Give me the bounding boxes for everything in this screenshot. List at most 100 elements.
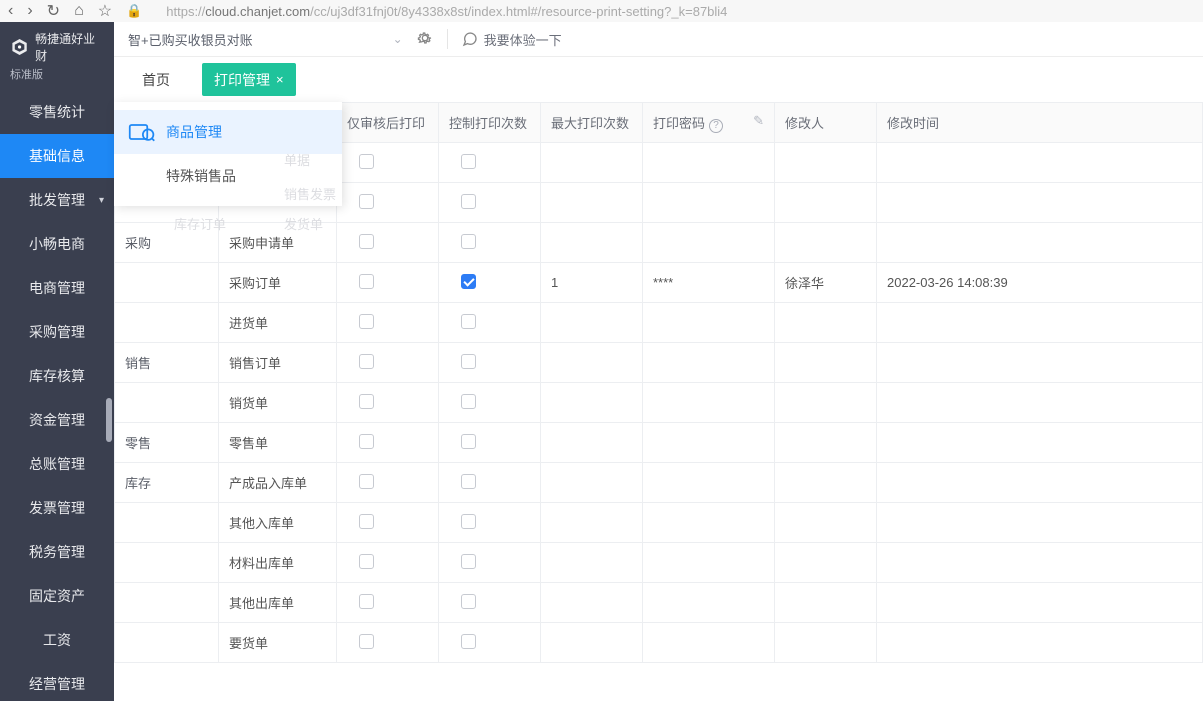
table-cell[interactable] — [643, 623, 775, 663]
checkbox[interactable] — [359, 354, 374, 369]
sidebar-item[interactable]: 零售统计 — [0, 90, 114, 134]
table-cell — [877, 343, 1203, 383]
sidebar-item[interactable]: 小畅电商 — [0, 222, 114, 266]
table-cell[interactable] — [643, 463, 775, 503]
sidebar-scrollbar[interactable] — [106, 398, 112, 442]
table-cell[interactable] — [643, 343, 775, 383]
checkbox[interactable] — [461, 634, 476, 649]
table-cell: 徐泽华 — [775, 263, 877, 303]
table-cell[interactable] — [541, 623, 643, 663]
checkbox[interactable] — [461, 354, 476, 369]
table-cell[interactable] — [643, 423, 775, 463]
table-cell[interactable] — [541, 143, 643, 183]
nav-home-icon[interactable]: ⌂ — [74, 2, 84, 20]
table-cell — [115, 623, 219, 663]
table-cell[interactable] — [643, 503, 775, 543]
table-cell — [439, 623, 541, 663]
checkbox[interactable] — [461, 314, 476, 329]
nav-back-icon[interactable]: ‹ — [8, 2, 13, 20]
table-cell[interactable] — [541, 183, 643, 223]
tab-label: 打印管理 — [214, 70, 270, 90]
table-cell[interactable] — [541, 303, 643, 343]
gear-icon[interactable] — [417, 30, 433, 49]
checkbox[interactable] — [461, 274, 476, 289]
sidebar-item[interactable]: 采购管理 — [0, 310, 114, 354]
checkbox[interactable] — [461, 154, 476, 169]
submenu-item-special[interactable]: 特殊销售品 — [114, 154, 342, 198]
checkbox[interactable] — [359, 154, 374, 169]
table-cell[interactable] — [541, 383, 643, 423]
sidebar-item[interactable]: 电商管理 — [0, 266, 114, 310]
table-cell[interactable] — [541, 343, 643, 383]
business-selector[interactable]: 智+已购买收银员对账 ⌄ — [128, 30, 403, 49]
help-icon[interactable]: ? — [709, 119, 723, 133]
table-cell[interactable] — [643, 223, 775, 263]
table-cell[interactable] — [541, 223, 643, 263]
tab-print-management[interactable]: 打印管理 × — [202, 63, 296, 96]
checkbox[interactable] — [359, 474, 374, 489]
checkbox[interactable] — [461, 514, 476, 529]
table-cell[interactable] — [643, 303, 775, 343]
table-cell — [877, 303, 1203, 343]
sidebar-item[interactable]: 发票管理 — [0, 486, 114, 530]
sidebar-item[interactable]: 基础信息 — [0, 134, 114, 178]
sidebar-item[interactable]: 批发管理▾ — [0, 178, 114, 222]
checkbox[interactable] — [461, 554, 476, 569]
checkbox[interactable] — [461, 434, 476, 449]
table-cell[interactable] — [643, 583, 775, 623]
checkbox[interactable] — [359, 554, 374, 569]
sidebar-item[interactable]: 经营管理 — [0, 662, 114, 701]
url-host: cloud.chanjet.com — [205, 4, 310, 19]
table-cell[interactable] — [541, 463, 643, 503]
checkbox[interactable] — [461, 594, 476, 609]
table-row: 材料出库单 — [115, 543, 1203, 583]
checkbox[interactable] — [359, 394, 374, 409]
checkbox[interactable] — [461, 394, 476, 409]
table-cell[interactable] — [541, 423, 643, 463]
table-row: 库存产成品入库单 — [115, 463, 1203, 503]
table-cell[interactable]: **** — [643, 263, 775, 303]
sidebar-item[interactable]: 资金管理 — [0, 398, 114, 442]
checkbox[interactable] — [461, 234, 476, 249]
table-cell[interactable] — [643, 143, 775, 183]
nav-star-icon[interactable]: ☆ — [98, 1, 112, 21]
address-bar[interactable]: https://cloud.chanjet.com/cc/uj3df31fnj0… — [156, 4, 1195, 19]
browser-bar: ‹ › ↻ ⌂ ☆ 🔒 https://cloud.chanjet.com/cc… — [0, 0, 1203, 22]
checkbox[interactable] — [461, 474, 476, 489]
checkbox[interactable] — [359, 314, 374, 329]
sidebar-item[interactable]: 固定资产 — [0, 574, 114, 618]
toolbar-divider — [447, 29, 448, 49]
table-cell — [439, 343, 541, 383]
nav-reload-icon[interactable]: ↻ — [47, 1, 60, 21]
nav-forward-icon[interactable]: › — [27, 2, 32, 20]
table-cell[interactable] — [643, 543, 775, 583]
checkbox[interactable] — [359, 514, 374, 529]
checkbox[interactable] — [359, 234, 374, 249]
checkbox[interactable] — [359, 634, 374, 649]
edit-icon[interactable]: ✎ — [753, 113, 764, 129]
checkbox[interactable] — [359, 594, 374, 609]
table-cell[interactable]: 1 — [541, 263, 643, 303]
sidebar-item[interactable]: 税务管理 — [0, 530, 114, 574]
table-cell[interactable] — [541, 503, 643, 543]
table-cell — [115, 583, 219, 623]
tab-home[interactable]: 首页 — [128, 57, 184, 102]
checkbox[interactable] — [359, 434, 374, 449]
sidebar-item[interactable]: 工资 — [0, 618, 114, 662]
table-cell[interactable] — [541, 583, 643, 623]
feedback-link[interactable]: 我要体验一下 — [462, 30, 562, 49]
checkbox[interactable] — [359, 194, 374, 209]
sidebar-item[interactable]: 总账管理 — [0, 442, 114, 486]
table-cell[interactable] — [541, 543, 643, 583]
close-icon[interactable]: × — [276, 72, 284, 87]
table-cell[interactable] — [643, 383, 775, 423]
table-cell: 材料出库单 — [219, 543, 337, 583]
checkbox[interactable] — [359, 274, 374, 289]
th-modifier: 修改人 — [775, 103, 877, 143]
sidebar-item[interactable]: 库存核算 — [0, 354, 114, 398]
checkbox[interactable] — [461, 194, 476, 209]
table-cell — [439, 303, 541, 343]
table-cell[interactable] — [643, 183, 775, 223]
caret-down-icon: ▾ — [99, 195, 104, 206]
submenu-item-product[interactable]: 商品管理 — [114, 110, 342, 154]
